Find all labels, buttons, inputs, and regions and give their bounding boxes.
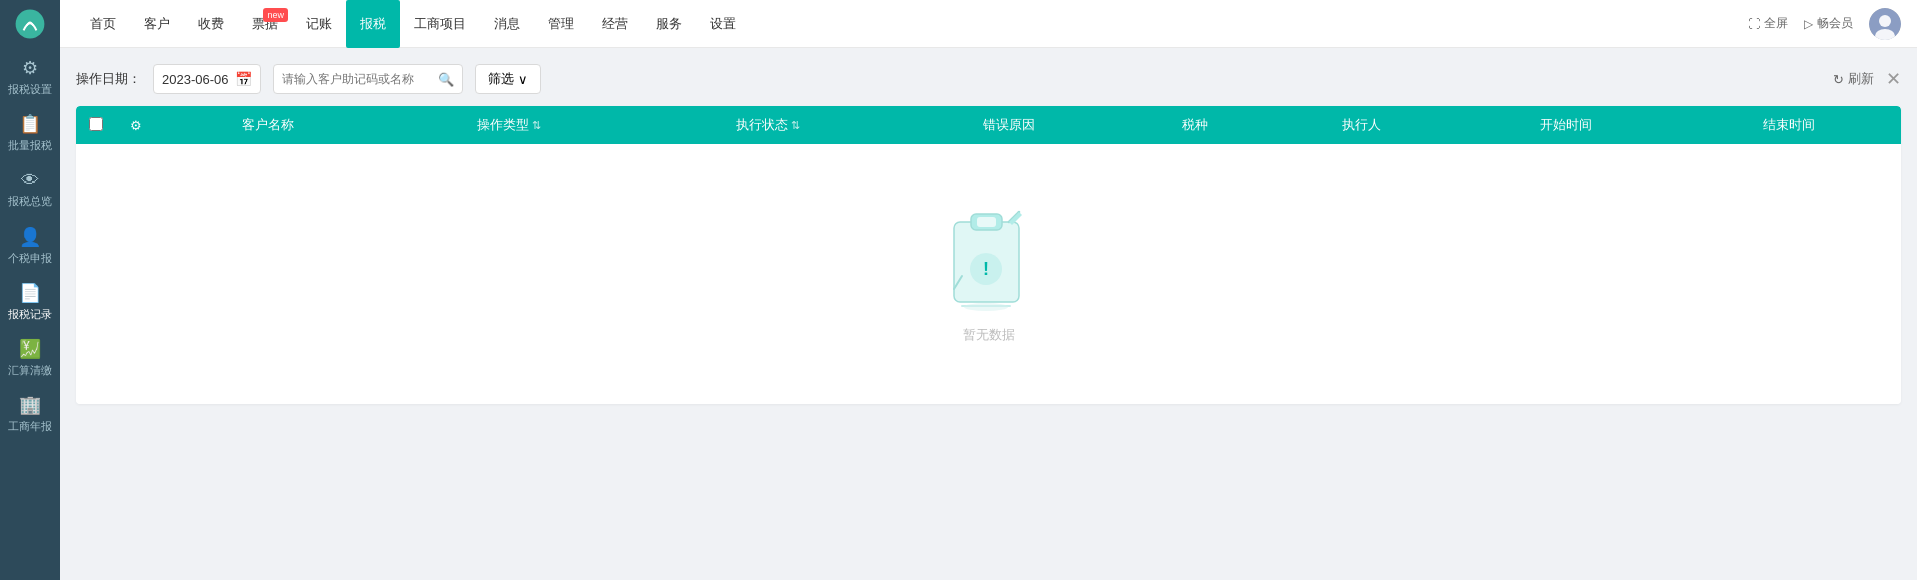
nav-item-settings[interactable]: 设置: [696, 0, 750, 48]
sidebar-label-batch-tax: 批量报税: [8, 139, 52, 152]
svg-text:!: !: [983, 259, 989, 279]
nav-item-service[interactable]: 服务: [642, 0, 696, 48]
sidebar-label-personal-tax: 个税申报: [8, 252, 52, 265]
sidebar-icon-annual-report: 🏢: [16, 393, 44, 417]
sidebar-label-annual-report: 工商年报: [8, 420, 52, 433]
sidebar: ⚙ 报税设置 📋 批量报税 👁 报税总览 👤 个税申报 📄 报税记录 💹 汇算清…: [0, 0, 60, 580]
sort-icon-exec-status: ⇅: [791, 119, 800, 131]
member-label: 畅会员: [1817, 15, 1853, 32]
content-area: 操作日期： 2023-06-06 📅 🔍 筛选 ∨ ↻ 刷新: [60, 48, 1917, 580]
nav-item-invoice[interactable]: 票据new: [238, 0, 292, 48]
sidebar-label-tax-record: 报税记录: [8, 308, 52, 321]
sidebar-icon-tax-summary: 👁: [16, 168, 44, 192]
filter-button[interactable]: 筛选 ∨: [475, 64, 541, 94]
gear-icon[interactable]: ⚙: [130, 118, 142, 133]
sidebar-item-remit[interactable]: 💹 汇算清缴: [0, 329, 60, 385]
sidebar-icon-remit: 💹: [16, 337, 44, 361]
date-value: 2023-06-06: [162, 72, 229, 87]
date-label: 操作日期：: [76, 70, 141, 88]
page-content: 操作日期： 2023-06-06 📅 🔍 筛选 ∨ ↻ 刷新: [60, 48, 1917, 580]
empty-illustration: !: [944, 204, 1034, 314]
sidebar-icon-personal-tax: 👤: [16, 225, 44, 249]
nav-item-business[interactable]: 工商项目: [400, 0, 480, 48]
nav-item-bookkeeping[interactable]: 记账: [292, 0, 346, 48]
nav-item-messages[interactable]: 消息: [480, 0, 534, 48]
col-executor: 执行人: [1268, 106, 1453, 144]
main-wrap: 首页客户收费票据new记账报税工商项目消息管理经营服务设置 ⛶ 全屏 ▷ 畅会员: [60, 0, 1917, 580]
table-wrap: ⚙ 客户名称操作类型⇅执行状态⇅错误原因税种执行人开始时间结束时间: [76, 106, 1901, 404]
nav-item-home[interactable]: 首页: [76, 0, 130, 48]
sidebar-logo: [0, 0, 60, 48]
nav-item-billing[interactable]: 收费: [184, 0, 238, 48]
search-icon: 🔍: [438, 72, 454, 87]
sidebar-item-personal-tax[interactable]: 👤 个税申报: [0, 217, 60, 273]
sidebar-icon-tax-record: 📄: [16, 281, 44, 305]
search-input[interactable]: [282, 72, 432, 86]
col-tax-type: 税种: [1121, 106, 1268, 144]
toolbar: 操作日期： 2023-06-06 📅 🔍 筛选 ∨ ↻ 刷新: [76, 64, 1901, 94]
sidebar-item-tax-summary[interactable]: 👁 报税总览: [0, 160, 60, 216]
toolbar-right: ↻ 刷新 ✕: [1833, 68, 1901, 90]
sidebar-item-batch-tax[interactable]: 📋 批量报税: [0, 104, 60, 160]
search-wrap[interactable]: 🔍: [273, 64, 463, 94]
top-nav: 首页客户收费票据new记账报税工商项目消息管理经营服务设置 ⛶ 全屏 ▷ 畅会员: [60, 0, 1917, 48]
refresh-icon: ↻: [1833, 72, 1844, 87]
data-table: ⚙ 客户名称操作类型⇅执行状态⇅错误原因税种执行人开始时间结束时间: [76, 106, 1901, 404]
sidebar-item-tax-record[interactable]: 📄 报税记录: [0, 273, 60, 329]
refresh-button[interactable]: ↻ 刷新: [1833, 70, 1874, 88]
user-avatar[interactable]: [1869, 8, 1901, 40]
refresh-label: 刷新: [1848, 70, 1874, 88]
col-gear: ⚙: [116, 106, 156, 144]
col-start-time: 开始时间: [1454, 106, 1678, 144]
col-end-time: 结束时间: [1677, 106, 1901, 144]
sidebar-item-annual-report[interactable]: 🏢 工商年报: [0, 385, 60, 441]
nav-badge-invoice: new: [263, 8, 288, 23]
sidebar-icon-tax-settings: ⚙: [16, 56, 44, 80]
fullscreen-label: 全屏: [1764, 15, 1788, 32]
select-all-checkbox[interactable]: [89, 117, 103, 131]
col-client-name: 客户名称: [156, 106, 380, 144]
col-checkbox: [76, 106, 116, 144]
sort-icon-operation-type: ⇅: [532, 119, 541, 131]
nav-item-customer[interactable]: 客户: [130, 0, 184, 48]
nav-item-manage[interactable]: 管理: [534, 0, 588, 48]
col-error-reason: 错误原因: [898, 106, 1122, 144]
top-nav-right: ⛶ 全屏 ▷ 畅会员: [1748, 8, 1901, 40]
member-button[interactable]: ▷ 畅会员: [1804, 15, 1853, 32]
chevron-down-icon: ∨: [518, 72, 528, 87]
sidebar-label-tax-summary: 报税总览: [8, 195, 52, 208]
sidebar-item-tax-settings[interactable]: ⚙ 报税设置: [0, 48, 60, 104]
svg-point-13: [964, 303, 1008, 311]
sidebar-label-tax-settings: 报税设置: [8, 83, 52, 96]
date-input[interactable]: 2023-06-06 📅: [153, 64, 261, 94]
close-button[interactable]: ✕: [1886, 68, 1901, 90]
calendar-icon: 📅: [235, 71, 252, 87]
sidebar-icon-batch-tax: 📋: [16, 112, 44, 136]
svg-rect-6: [977, 217, 996, 227]
filter-label: 筛选: [488, 70, 514, 88]
nav-item-tax[interactable]: 报税: [346, 0, 400, 48]
nav-item-finance[interactable]: 经营: [588, 0, 642, 48]
sidebar-label-remit: 汇算清缴: [8, 364, 52, 377]
empty-state: !: [76, 144, 1901, 404]
fullscreen-button[interactable]: ⛶ 全屏: [1748, 15, 1788, 32]
empty-text: 暂无数据: [963, 326, 1015, 344]
col-exec-status[interactable]: 执行状态⇅: [639, 106, 898, 144]
svg-point-2: [1879, 15, 1891, 27]
col-operation-type[interactable]: 操作类型⇅: [380, 106, 639, 144]
